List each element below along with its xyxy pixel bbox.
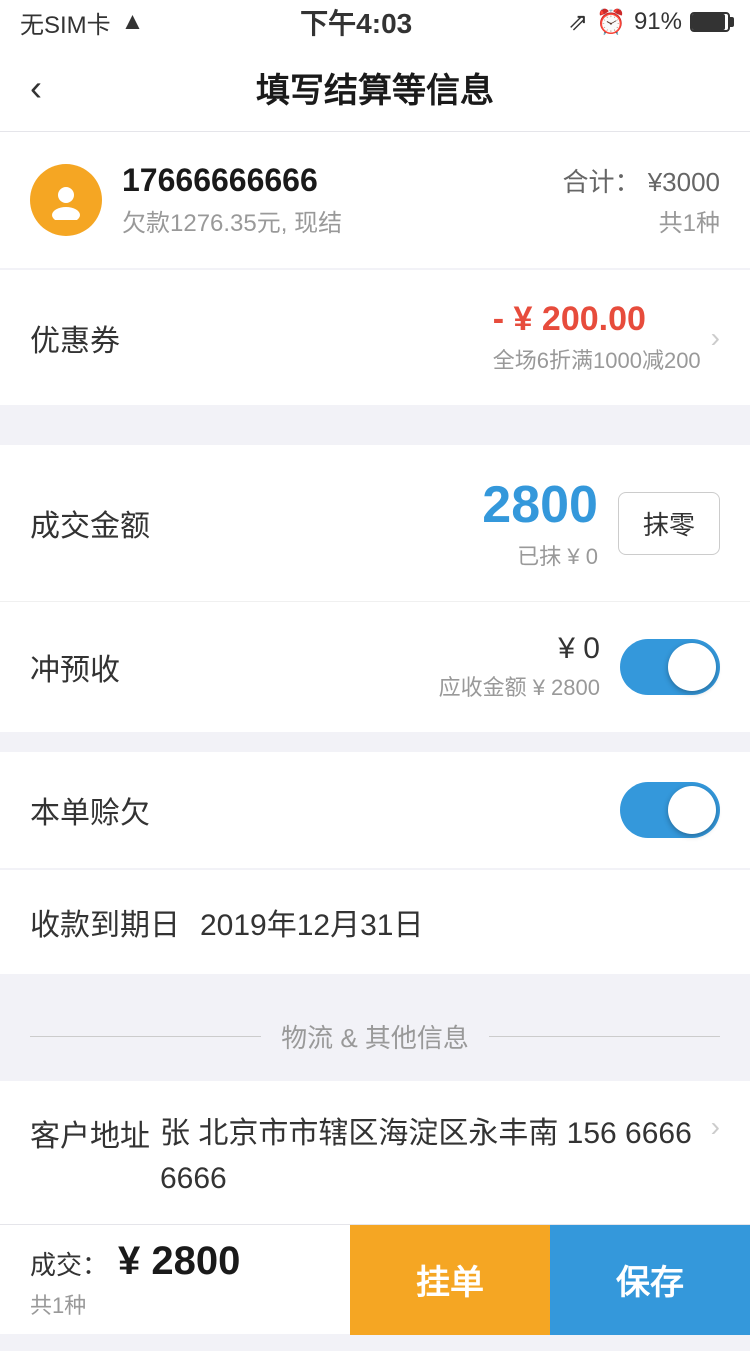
coupon-desc: 全场6折满1000减200: [493, 343, 701, 375]
pre-receive-row: 冲预收 ¥ 0 应收金额 ¥ 2800: [0, 602, 750, 732]
carrier-text: 无SIM卡: [20, 5, 111, 40]
bottom-bar: 成交： ¥ 2800 共1种 挂单 保存: [0, 1224, 750, 1334]
alarm-icon: ⏰: [596, 8, 626, 37]
back-button[interactable]: ‹: [30, 67, 90, 109]
bottom-summary-count: 共1种: [30, 1288, 320, 1320]
customer-card: 17666666666 欠款1276.35元, 现结 合计： ¥3000 共1种: [0, 132, 750, 268]
coupon-right: - ¥ 200.00 全场6折满1000减200 ›: [493, 300, 720, 375]
pre-receive-col: ¥ 0 应收金额 ¥ 2800: [439, 632, 600, 702]
divider-line-left: [30, 1036, 261, 1037]
amount-right: 2800 已抹 ¥ 0 抹零: [482, 475, 720, 571]
customer-left: 17666666666 欠款1276.35元, 现结: [30, 162, 342, 238]
pre-receive-right: ¥ 0 应收金额 ¥ 2800: [439, 632, 720, 702]
customer-phone: 17666666666: [122, 162, 342, 199]
divider-line-right: [489, 1036, 720, 1037]
customer-info: 17666666666 欠款1276.35元, 现结: [122, 162, 342, 238]
status-bar: 无SIM卡 ▲ 下午4:03 ⇗ ⏰ 91%: [0, 0, 750, 44]
bottom-summary-amount: ¥ 2800: [118, 1239, 240, 1284]
pre-receive-amount: ¥ 0: [439, 632, 600, 666]
logistics-label: 物流 & 其他信息: [281, 1018, 469, 1055]
pre-receive-label: 冲预收: [30, 645, 120, 689]
transaction-label: 成交金额: [30, 501, 150, 545]
debt-row: 本单赊欠: [0, 752, 750, 868]
section-divider-1: [0, 425, 750, 445]
page-title: 填写结算等信息: [256, 63, 494, 112]
debt-toggle[interactable]: [620, 782, 720, 838]
pre-receive-sub: 应收金额 ¥ 2800: [439, 670, 600, 702]
round-button[interactable]: 抹零: [618, 492, 720, 555]
wifi-icon: ▲: [121, 8, 145, 36]
status-time: 下午4:03: [300, 2, 412, 42]
status-left: 无SIM卡 ▲: [20, 5, 144, 40]
total-label: 合计： ¥3000: [562, 162, 720, 199]
bottom-summary-label: 成交：: [30, 1245, 108, 1282]
transaction-sub: 已抹 ¥ 0: [482, 539, 598, 571]
debt-label: 本单赊欠: [30, 788, 150, 832]
address-value: 张 北京市市辖区海淀区永丰南 156 6666 6666: [160, 1111, 711, 1201]
content-area: 17666666666 欠款1276.35元, 现结 合计： ¥3000 共1种…: [0, 132, 750, 1351]
location-icon: ⇗: [568, 8, 588, 37]
coupon-row[interactable]: 优惠券 - ¥ 200.00 全场6折满1000减200 ›: [0, 270, 750, 405]
bottom-summary: 成交： ¥ 2800 共1种: [0, 1239, 350, 1320]
transaction-value: 2800: [482, 475, 598, 535]
hang-button[interactable]: 挂单: [350, 1225, 550, 1335]
coupon-label: 优惠券: [30, 316, 120, 360]
total-count: 共1种: [562, 203, 720, 238]
status-right: ⇗ ⏰ 91%: [568, 8, 730, 37]
pre-receive-toggle[interactable]: [620, 639, 720, 695]
battery-icon: [690, 12, 730, 32]
due-date-label: 收款到期日: [30, 900, 180, 944]
form-section: 成交金额 2800 已抹 ¥ 0 抹零 冲预收 ¥ 0 应收金额 ¥ 2800: [0, 445, 750, 732]
avatar: [30, 164, 102, 236]
customer-sub-info: 欠款1276.35元, 现结: [122, 203, 342, 238]
address-chevron-icon: ›: [711, 1111, 720, 1143]
bottom-summary-main: 成交： ¥ 2800: [30, 1239, 320, 1284]
transaction-amount-row: 成交金额 2800 已抹 ¥ 0 抹零: [0, 445, 750, 602]
due-date-row: 收款到期日 2019年12月31日: [0, 870, 750, 974]
customer-right: 合计： ¥3000 共1种: [562, 162, 720, 238]
chevron-right-icon: ›: [711, 322, 720, 354]
logistics-header: 物流 & 其他信息: [0, 994, 750, 1079]
save-button[interactable]: 保存: [550, 1225, 750, 1335]
battery-percent: 91%: [634, 8, 682, 36]
amount-col: 2800 已抹 ¥ 0: [482, 475, 598, 571]
section-divider-2: [0, 732, 750, 752]
nav-bar: ‹ 填写结算等信息: [0, 44, 750, 132]
coupon-amount: - ¥ 200.00: [493, 300, 701, 339]
address-row[interactable]: 客户地址 张 北京市市辖区海淀区永丰南 156 6666 6666 ›: [0, 1081, 750, 1231]
address-label: 客户地址: [30, 1111, 160, 1155]
due-date-value: 2019年12月31日: [200, 900, 423, 944]
coupon-info: - ¥ 200.00 全场6折满1000减200: [493, 300, 701, 375]
total-value: ¥3000: [648, 167, 720, 197]
